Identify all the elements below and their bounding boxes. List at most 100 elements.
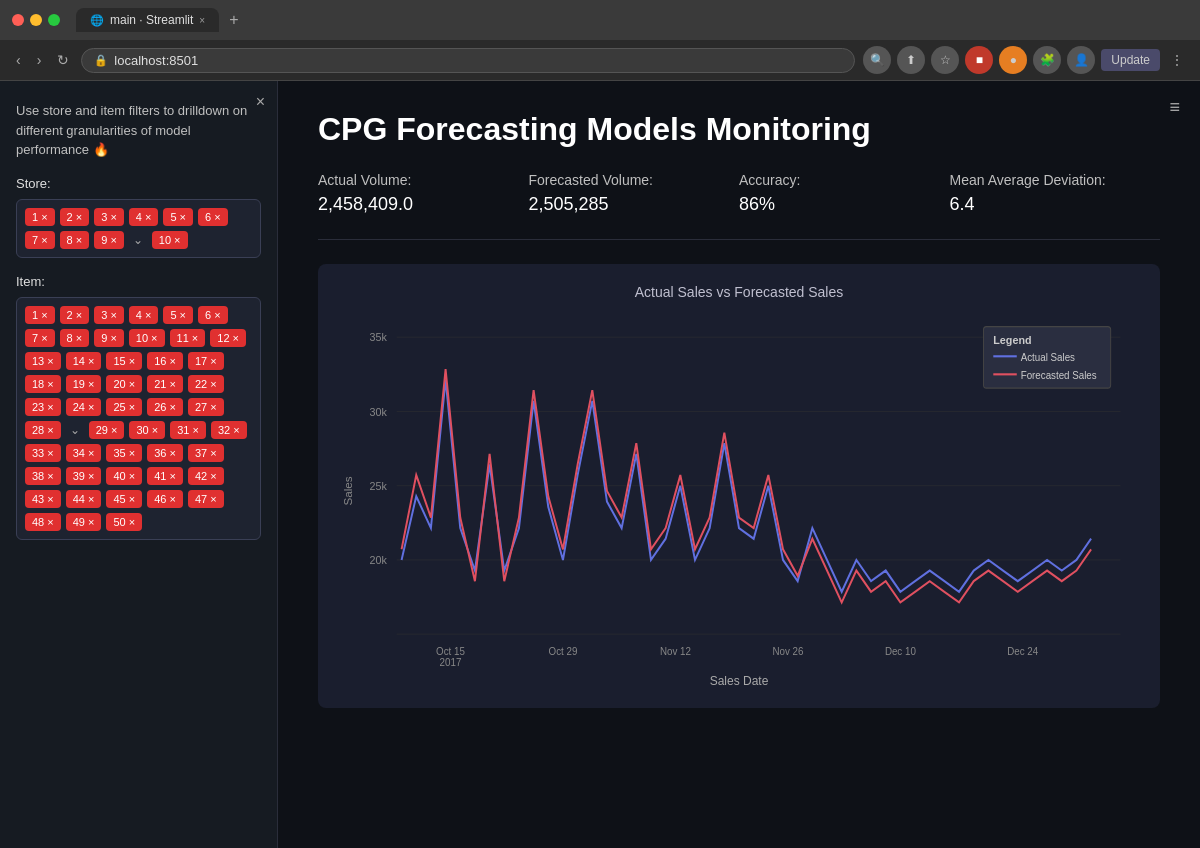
svg-text:Dec 24: Dec 24 [1007,646,1038,657]
item-tag[interactable]: 25 × [106,398,142,416]
item-tag[interactable]: 45 × [106,490,142,508]
item-tag[interactable]: 43 × [25,490,61,508]
item-tag[interactable]: 7 × [25,329,55,347]
svg-text:Legend: Legend [993,333,1031,345]
item-tag[interactable]: 40 × [106,467,142,485]
svg-text:Dec 10: Dec 10 [885,646,916,657]
new-tab-button[interactable]: + [223,9,244,31]
item-tag[interactable]: 5 × [163,306,193,324]
store-dropdown-arrow[interactable]: ⌄ [129,231,147,249]
store-tag[interactable]: 10 × [152,231,188,249]
item-tag[interactable]: 47 × [188,490,224,508]
item-tag[interactable]: 29 × [89,421,125,439]
svg-text:Actual Sales: Actual Sales [1021,351,1075,362]
puzzle-button[interactable]: 🧩 [1033,46,1061,74]
store-tag[interactable]: 5 × [163,208,193,226]
search-button[interactable]: 🔍 [863,46,891,74]
bookmark-button[interactable]: ☆ [931,46,959,74]
store-multiselect[interactable]: 1 × 2 ×3 × 4 ×5 × 6 × 7 × 8 ×9 × ⌄ 10 × [16,199,261,258]
item-tag[interactable]: 33 × [25,444,61,462]
profile-button[interactable]: ● [999,46,1027,74]
item-tag[interactable]: 24 × [66,398,102,416]
chart-container: Actual Sales vs Forecasted Sales 35k 30k… [318,264,1160,708]
item-tag[interactable]: 23 × [25,398,61,416]
item-tag[interactable]: 26 × [147,398,183,416]
item-tag[interactable]: 42 × [188,467,224,485]
item-tag[interactable]: 17 × [188,352,224,370]
user-button[interactable]: 👤 [1067,46,1095,74]
item-tag[interactable]: 37 × [188,444,224,462]
store-tag[interactable]: 9 × [94,231,124,249]
item-tag[interactable]: 27 × [188,398,224,416]
item-tag[interactable]: 2 × [60,306,90,324]
store-tag[interactable]: 2 × [60,208,90,226]
store-tag[interactable]: 8 × [60,231,90,249]
svg-text:Oct 29: Oct 29 [549,646,578,657]
svg-text:Nov 12: Nov 12 [660,646,691,657]
store-tag[interactable]: 6 × [198,208,228,226]
refresh-button[interactable]: ↻ [53,50,73,70]
extensions-button[interactable]: ■ [965,46,993,74]
item-tag[interactable]: 38 × [25,467,61,485]
item-tag[interactable]: 35 × [106,444,142,462]
browser-chrome: 🌐 main · Streamlit × + ‹ › ↻ 🔒 localhost… [0,0,1200,81]
item-tag[interactable]: 20 × [106,375,142,393]
tab-favicon: 🌐 [90,14,104,27]
item-tag[interactable]: 19 × [66,375,102,393]
item-tag[interactable]: 1 × [25,306,55,324]
item-tag[interactable]: 31 × [170,421,206,439]
item-tag[interactable]: 8 × [60,329,90,347]
close-traffic-light[interactable] [12,14,24,26]
item-tag[interactable]: 13 × [25,352,61,370]
item-tag[interactable]: 28 × [25,421,61,439]
back-button[interactable]: ‹ [12,50,25,70]
fullscreen-traffic-light[interactable] [48,14,60,26]
item-tag-grid: 1 × 2 ×3 × 4 ×5 × 6 × 7 × 8 ×9 × 10 × 11 ×12 × 1… [25,306,252,531]
item-tag[interactable]: 22 × [188,375,224,393]
update-button[interactable]: Update [1101,49,1160,71]
item-tag[interactable]: 36 × [147,444,183,462]
item-tag[interactable]: 14 × [66,352,102,370]
item-tag[interactable]: 32 × [211,421,247,439]
active-tab[interactable]: 🌐 main · Streamlit × [76,8,219,32]
store-tag[interactable]: 4 × [129,208,159,226]
share-button[interactable]: ⬆ [897,46,925,74]
item-multiselect[interactable]: 1 × 2 ×3 × 4 ×5 × 6 × 7 × 8 ×9 × 10 × 11 ×12 × 1… [16,297,261,540]
item-dropdown-arrow[interactable]: ⌄ [66,421,84,439]
item-tag[interactable]: 34 × [66,444,102,462]
minimize-traffic-light[interactable] [30,14,42,26]
tab-close-button[interactable]: × [199,15,205,26]
actual-volume-value: 2,458,409.0 [318,194,509,215]
item-tag[interactable]: 46 × [147,490,183,508]
item-tag[interactable]: 11 × [170,329,206,347]
store-filter-label: Store: [16,176,261,191]
forward-button[interactable]: › [33,50,46,70]
item-tag[interactable]: 9 × [94,329,124,347]
app-container: × Use store and item filters to drilldow… [0,81,1200,848]
item-tag[interactable]: 10 × [129,329,165,347]
hamburger-menu-icon[interactable]: ≡ [1169,97,1180,118]
item-tag[interactable]: 16 × [147,352,183,370]
item-tag[interactable]: 15 × [106,352,142,370]
item-tag[interactable]: 6 × [198,306,228,324]
item-tag[interactable]: 44 × [66,490,102,508]
store-tag[interactable]: 1 × [25,208,55,226]
item-tag[interactable]: 48 × [25,513,61,531]
item-tag[interactable]: 41 × [147,467,183,485]
item-tag[interactable]: 4 × [129,306,159,324]
menu-button[interactable]: ⋮ [1166,50,1188,70]
item-tag[interactable]: 39 × [66,467,102,485]
mad-value: 6.4 [950,194,1141,215]
address-bar[interactable]: 🔒 localhost:8501 [81,48,855,73]
item-tag[interactable]: 3 × [94,306,124,324]
item-tag[interactable]: 49 × [66,513,102,531]
sidebar-close-button[interactable]: × [256,93,265,111]
item-tag[interactable]: 50 × [106,513,142,531]
item-tag[interactable]: 30 × [129,421,165,439]
metrics-row: Actual Volume: 2,458,409.0 Forecasted Vo… [318,172,1160,215]
item-tag[interactable]: 18 × [25,375,61,393]
item-tag[interactable]: 12 × [210,329,246,347]
store-tag[interactable]: 7 × [25,231,55,249]
store-tag[interactable]: 3 × [94,208,124,226]
item-tag[interactable]: 21 × [147,375,183,393]
